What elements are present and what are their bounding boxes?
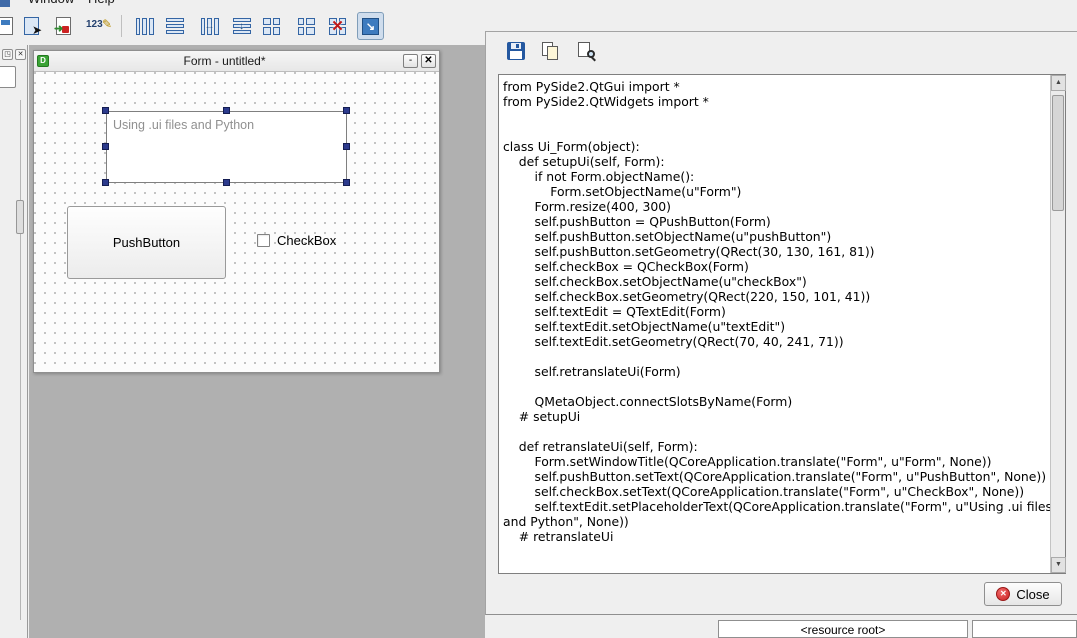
close-circle-icon: ✕ bbox=[996, 587, 1010, 601]
scrollbar-thumb[interactable] bbox=[1052, 95, 1064, 211]
code-text[interactable]: from PySide2.QtGui import * from PySide2… bbox=[499, 75, 1050, 573]
layout-vertical-icon[interactable] bbox=[161, 12, 188, 40]
resource-root-item[interactable]: <resource root> bbox=[718, 620, 968, 638]
pushbutton-widget[interactable]: PushButton bbox=[67, 206, 226, 279]
menu-window[interactable]: Window bbox=[28, 0, 74, 6]
adjust-size-icon[interactable]: ↘ bbox=[357, 12, 384, 40]
layout-horizontal-icon[interactable] bbox=[131, 12, 158, 40]
menu-help[interactable]: Help bbox=[88, 0, 115, 6]
layout-vertical-splitter-icon[interactable]: ↕ bbox=[228, 12, 255, 40]
dock-close-icon[interactable]: ✕ bbox=[15, 49, 26, 60]
layout-form-icon[interactable] bbox=[293, 12, 320, 40]
selection-handle-top-center[interactable] bbox=[223, 107, 230, 114]
document-fragment-icon[interactable] bbox=[0, 12, 19, 40]
vertical-scrollbar[interactable]: ▲ ▼ bbox=[1050, 75, 1065, 573]
close-button[interactable]: ✕ bbox=[421, 54, 436, 68]
textedit-widget[interactable]: Using .ui files and Python bbox=[106, 111, 347, 183]
selection-handle-top-left[interactable] bbox=[102, 107, 109, 114]
panel-scrollbar-thumb[interactable] bbox=[16, 200, 24, 234]
layout-horizontal-splitter-icon[interactable]: ↔ bbox=[196, 12, 223, 40]
minimize-button[interactable]: - bbox=[403, 54, 418, 68]
widget-box-panel-fragment: ◳ ✕ bbox=[0, 45, 28, 638]
selection-handle-bottom-left[interactable] bbox=[102, 179, 109, 186]
dock-float-icon[interactable]: ◳ bbox=[2, 49, 13, 60]
app-toolbar: ➤ ➜ 123✎ ↔ ↕ ✕ ↘ bbox=[0, 8, 484, 45]
selection-handle-middle-right[interactable] bbox=[343, 143, 350, 150]
find-icon[interactable] bbox=[574, 39, 598, 63]
break-layout-icon[interactable]: ✕ bbox=[324, 12, 351, 40]
edit-widgets-icon[interactable]: ➤ bbox=[18, 12, 45, 40]
form-canvas[interactable]: Using .ui files and Python PushButton Ch… bbox=[34, 72, 439, 372]
resource-side-panel bbox=[972, 620, 1077, 638]
save-icon[interactable] bbox=[504, 39, 528, 63]
form-window-icon: D bbox=[37, 55, 49, 67]
selection-handle-bottom-right[interactable] bbox=[343, 179, 350, 186]
form-window-titlebar[interactable]: D Form - untitled* - ✕ bbox=[34, 51, 439, 72]
resource-browser-fragment: <resource root> bbox=[718, 620, 1077, 638]
mdi-workspace: D Form - untitled* - ✕ Using .ui files a… bbox=[29, 45, 485, 638]
layout-grid-icon[interactable] bbox=[258, 12, 285, 40]
scroll-up-icon[interactable]: ▲ bbox=[1051, 75, 1066, 91]
selection-handle-bottom-center[interactable] bbox=[223, 179, 230, 186]
menubar-icon-fragment bbox=[0, 0, 10, 7]
scroll-down-icon[interactable]: ▼ bbox=[1051, 557, 1066, 573]
panel-scrollbar-track[interactable] bbox=[20, 100, 21, 620]
selection-handle-top-right[interactable] bbox=[343, 107, 350, 114]
edit-signals-slots-icon[interactable]: ➜ bbox=[50, 12, 77, 40]
close-button-label: Close bbox=[1016, 587, 1049, 602]
toolbar-separator bbox=[121, 15, 122, 37]
code-viewer[interactable]: from PySide2.QtGui import * from PySide2… bbox=[498, 74, 1066, 574]
form-designer-window: D Form - untitled* - ✕ Using .ui files a… bbox=[33, 50, 440, 373]
checkbox-indicator[interactable] bbox=[257, 234, 270, 247]
close-dialog-button[interactable]: ✕ Close bbox=[984, 582, 1062, 606]
form-window-title: Form - untitled* bbox=[49, 54, 400, 68]
code-dialog-toolbar bbox=[504, 38, 598, 64]
selection-handle-middle-left[interactable] bbox=[102, 143, 109, 150]
checkbox-widget[interactable]: CheckBox bbox=[257, 233, 336, 248]
copy-icon[interactable] bbox=[539, 39, 563, 63]
checkbox-label: CheckBox bbox=[277, 233, 336, 248]
edit-tab-order-icon[interactable]: 123✎ bbox=[82, 12, 114, 40]
menubar: Window Help bbox=[0, 0, 484, 8]
view-code-dialog: from PySide2.QtGui import * from PySide2… bbox=[485, 31, 1077, 615]
filter-input-fragment[interactable] bbox=[0, 66, 16, 88]
textedit-placeholder: Using .ui files and Python bbox=[113, 118, 254, 132]
